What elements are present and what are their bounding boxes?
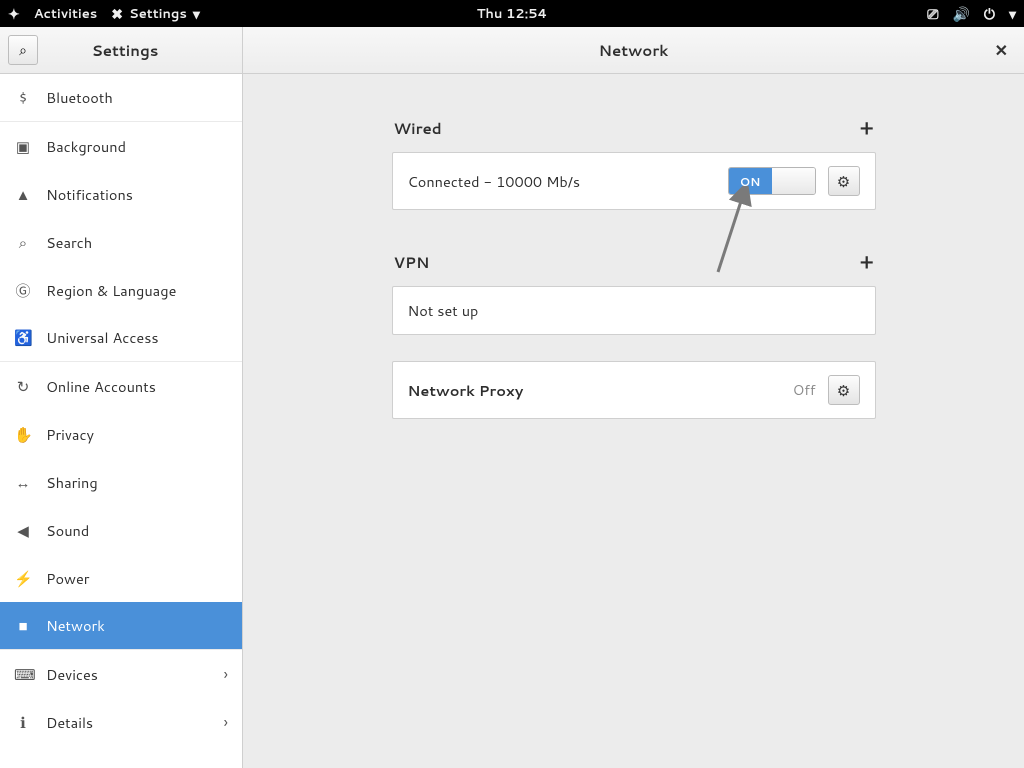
volume-status-icon[interactable]: 🔊 (952, 7, 969, 21)
globe-icon: Ⓖ (14, 280, 32, 301)
add-wired-button[interactable]: + (860, 114, 874, 142)
sidebar-item-label: Region & Language (46, 280, 176, 301)
sidebar-item-label: Sharing (46, 472, 98, 493)
system-menu-chevron-icon[interactable]: ▾ (1009, 7, 1016, 21)
devices-icon: ⌨ (14, 664, 32, 685)
sidebar-item-power[interactable]: ⚡ Power (0, 554, 242, 602)
network-icon: ■ (14, 615, 32, 636)
wired-heading: Wired (394, 118, 442, 139)
sidebar-item-devices[interactable]: ⌨ Devices › (0, 650, 242, 698)
sidebar-item-label: Power (46, 568, 89, 589)
sidebar-header: ⌕ Settings (0, 27, 242, 74)
plus-icon: + (860, 114, 874, 142)
proxy-settings-button[interactable]: ⚙ (828, 375, 860, 405)
settings-app-icon: ✖ (111, 7, 123, 21)
vpn-heading: VPN (394, 252, 430, 273)
sidebar: ⌕ Settings $ Bluetooth ▣ Background ▲ Notific… (0, 27, 243, 768)
sidebar-list: $ Bluetooth ▣ Background ▲ Notifications ⌕ Sear… (0, 74, 242, 768)
content-header: Network ✕ (243, 27, 1024, 74)
sidebar-item-background[interactable]: ▣ Background (0, 122, 242, 170)
wired-status-label: Connected - 10000 Mb/s (408, 171, 728, 192)
sidebar-item-label: Background (46, 136, 126, 157)
content-pane: Network ✕ Wired + Connected - 10000 Mb/s… (243, 27, 1024, 768)
chevron-right-icon: › (224, 711, 228, 734)
sidebar-item-sound[interactable]: ◀ Sound (0, 506, 242, 554)
gear-icon: ⚙ (837, 171, 850, 192)
wired-settings-button[interactable]: ⚙ (828, 166, 860, 196)
toggle-on-label: ON (729, 168, 772, 194)
accounts-icon: ↻ (14, 376, 32, 397)
vpn-status-label: Not set up (408, 300, 860, 321)
accessibility-icon: ♿ (14, 327, 32, 348)
vpn-row: Not set up (392, 286, 876, 335)
vpn-section-header: VPN + (392, 248, 876, 276)
sidebar-item-bluetooth[interactable]: $ Bluetooth (0, 74, 242, 122)
sidebar-item-label: Bluetooth (46, 87, 113, 108)
plus-icon: + (860, 248, 874, 276)
sidebar-item-label: Sound (46, 520, 89, 541)
wired-connection-row: Connected - 10000 Mb/s ON ⚙ (392, 152, 876, 210)
chevron-down-icon: ▾ (193, 7, 200, 21)
search-cat-icon: ⌕ (14, 232, 32, 253)
sidebar-item-network[interactable]: ■ Network (0, 602, 242, 650)
sidebar-item-label: Universal Access (46, 327, 159, 348)
share-icon: ↔ (14, 472, 32, 493)
speaker-icon: ◀ (14, 520, 32, 541)
sidebar-item-label: Details (46, 712, 93, 733)
sidebar-item-details[interactable]: ℹ Details › (0, 698, 242, 746)
wired-toggle[interactable]: ON (728, 167, 816, 195)
content-body: Wired + Connected - 10000 Mb/s ON ⚙ (243, 74, 1024, 768)
sidebar-title: Settings (16, 40, 234, 61)
sidebar-item-online-accounts[interactable]: ↻ Online Accounts (0, 362, 242, 410)
chevron-right-icon: › (224, 663, 228, 686)
activities-button[interactable]: Activities (34, 5, 98, 23)
network-proxy-row: Network Proxy Off ⚙ (392, 361, 876, 419)
settings-window: ⌕ Settings $ Bluetooth ▣ Background ▲ Notific… (0, 27, 1024, 768)
sidebar-item-label: Online Accounts (46, 376, 156, 397)
gnome-top-bar: ✦ Activities ✖ Settings ▾ Thu 12:54 ⎚ 🔊 … (0, 0, 1024, 27)
bluetooth-icon: $ (14, 87, 32, 108)
sidebar-item-privacy[interactable]: ✋ Privacy (0, 410, 242, 458)
toggle-off-side (772, 168, 815, 194)
sidebar-item-label: Privacy (46, 424, 94, 445)
power-status-icon[interactable]: ⏻ (984, 7, 995, 21)
bell-icon: ▲ (14, 184, 32, 205)
background-icon: ▣ (14, 136, 32, 157)
sidebar-item-label: Notifications (46, 184, 133, 205)
network-status-icon[interactable]: ⎚ (927, 7, 938, 21)
sidebar-item-notifications[interactable]: ▲ Notifications (0, 170, 242, 218)
privacy-icon: ✋ (14, 424, 32, 445)
sidebar-item-label: Devices (46, 664, 98, 685)
sidebar-item-sharing[interactable]: ↔ Sharing (0, 458, 242, 506)
proxy-heading: Network Proxy (408, 380, 793, 401)
battery-icon: ⚡ (14, 568, 32, 589)
add-vpn-button[interactable]: + (860, 248, 874, 276)
app-menu[interactable]: ✖ Settings ▾ (111, 5, 200, 23)
sidebar-item-universal-access[interactable]: ♿ Universal Access (0, 314, 242, 362)
app-menu-label: Settings (129, 5, 187, 23)
proxy-status-label: Off (793, 380, 816, 400)
sidebar-item-region-language[interactable]: Ⓖ Region & Language (0, 266, 242, 314)
activities-icon: ✦ (8, 7, 20, 21)
sidebar-item-label: Search (46, 232, 92, 253)
wired-section-header: Wired + (392, 114, 876, 142)
sidebar-item-label: Network (46, 615, 105, 636)
sidebar-item-search[interactable]: ⌕ Search (0, 218, 242, 266)
page-title: Network (243, 40, 1024, 61)
details-icon: ℹ (14, 712, 32, 733)
gear-icon: ⚙ (837, 380, 850, 401)
